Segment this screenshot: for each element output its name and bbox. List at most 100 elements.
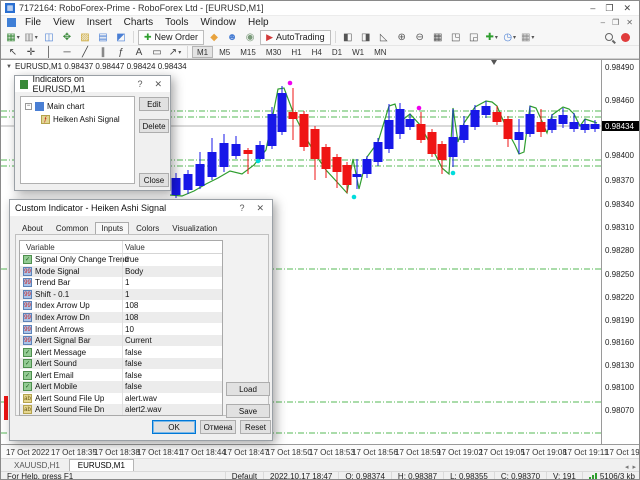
auto-scroll-button[interactable]: ✥ bbox=[59, 30, 75, 45]
input-row[interactable]: 99 Index Arrow Dn 108 bbox=[20, 311, 222, 324]
trendline-tool[interactable]: ╱ bbox=[77, 45, 93, 60]
menu-charts[interactable]: Charts bbox=[118, 17, 159, 28]
timeframe-h1[interactable]: H1 bbox=[287, 46, 305, 58]
tab-visualization[interactable]: Visualization bbox=[166, 221, 223, 235]
new-order-button[interactable]: ✚ New Order bbox=[138, 29, 205, 45]
input-row[interactable]: ab Alert Sound File Dn alert2.wav bbox=[20, 404, 222, 415]
close-icon[interactable]: ✕ bbox=[154, 79, 162, 90]
menu-window[interactable]: Window bbox=[194, 17, 242, 28]
custom-indicator-dialog-titlebar[interactable]: Custom Indicator - Heiken Ashi Signal ? … bbox=[10, 200, 272, 216]
price-axis[interactable]: 0.98490 0.98460 0.98400 0.98370 0.98340 0.983… bbox=[601, 59, 639, 445]
close-button[interactable]: ✕ bbox=[623, 3, 631, 14]
tree-item-main-chart[interactable]: − Main chart bbox=[25, 102, 84, 111]
help-button[interactable]: ? bbox=[239, 203, 244, 214]
toolbox-button[interactable]: ◲ bbox=[466, 30, 482, 45]
arrows-tool[interactable]: ↗ ▾ bbox=[167, 45, 183, 60]
input-value[interactable]: false bbox=[125, 371, 142, 380]
restore-button[interactable]: ❐ bbox=[605, 3, 613, 14]
cursor-tool[interactable]: ↖ bbox=[5, 45, 21, 60]
timeframe-m15[interactable]: M15 bbox=[236, 46, 260, 58]
input-row[interactable]: 99 Trend Bar 1 bbox=[20, 277, 222, 289]
zoom-out-button[interactable]: ⊖ bbox=[412, 30, 428, 45]
input-value[interactable]: 108 bbox=[125, 313, 138, 322]
timeframe-m1[interactable]: M1 bbox=[192, 46, 214, 58]
input-row[interactable]: 99 Index Arrow Up 108 bbox=[20, 300, 222, 312]
tree-expand-icon[interactable]: − bbox=[25, 103, 32, 110]
input-row[interactable]: ✓ Alert Message false bbox=[20, 346, 222, 358]
indicators-dialog-titlebar[interactable]: Indicators on EURUSD,M1 ? ✕ bbox=[15, 74, 170, 94]
reset-button[interactable]: Reset bbox=[240, 420, 271, 434]
chart-tab-eurusd-m1[interactable]: EURUSD,M1 bbox=[68, 459, 134, 471]
input-value[interactable]: 1 bbox=[125, 290, 129, 299]
notifications-icon[interactable] bbox=[621, 32, 630, 42]
channel-tool[interactable]: ∥ bbox=[95, 45, 111, 60]
web-trading-button[interactable]: ◉ bbox=[242, 30, 258, 45]
help-button[interactable]: ? bbox=[137, 79, 142, 90]
input-value[interactable]: Current bbox=[125, 336, 152, 345]
fibonacci-tool[interactable]: ƒ bbox=[113, 45, 129, 60]
input-value[interactable]: false bbox=[125, 348, 142, 357]
input-row[interactable]: 99 Alert Signal Bar Current bbox=[20, 334, 222, 347]
input-value[interactable]: true bbox=[125, 255, 139, 264]
cancel-button[interactable]: Отмена bbox=[200, 420, 236, 434]
input-value[interactable]: false bbox=[125, 359, 142, 368]
time-axis[interactable]: 17 Oct 2022 17 Oct 18:35 17 Oct 18:38 17 Oc… bbox=[1, 445, 639, 459]
tab-colors[interactable]: Colors bbox=[130, 221, 165, 235]
input-value[interactable]: 108 bbox=[125, 301, 138, 310]
menu-insert[interactable]: Insert bbox=[81, 17, 118, 28]
save-button[interactable]: Save bbox=[226, 404, 270, 418]
input-row[interactable]: 99 Mode Signal Body bbox=[20, 265, 222, 278]
tab-common[interactable]: Common bbox=[50, 221, 94, 235]
menu-view[interactable]: View bbox=[47, 17, 81, 28]
new-chart-button[interactable]: ▦ ▾ bbox=[5, 30, 21, 45]
text-tool[interactable]: A bbox=[131, 45, 147, 60]
tree-item-heiken-ashi-signal[interactable]: ƒ Heiken Ashi Signal bbox=[41, 115, 120, 124]
input-value[interactable]: alert.wav bbox=[125, 394, 157, 403]
timeframe-h4[interactable]: H4 bbox=[308, 46, 326, 58]
tab-scroll-right-icon[interactable]: ▸ bbox=[632, 463, 636, 471]
chart-tab-xauusd-h1[interactable]: XAUUSD,H1 bbox=[5, 459, 69, 471]
timeframe-m5[interactable]: M5 bbox=[215, 46, 234, 58]
close-icon[interactable]: ✕ bbox=[256, 203, 264, 214]
crosshair-tool[interactable]: ✛ bbox=[23, 45, 39, 60]
period-button[interactable]: ◷ ▾ bbox=[502, 30, 518, 45]
templates-button[interactable]: ▦ ▾ bbox=[520, 30, 536, 45]
menu-file[interactable]: File bbox=[19, 17, 47, 28]
delete-button[interactable]: Delete bbox=[139, 119, 169, 133]
menu-help[interactable]: Help bbox=[242, 17, 275, 28]
candle-chart-button[interactable]: ◨ bbox=[358, 30, 374, 45]
close-button[interactable]: Close bbox=[139, 173, 169, 187]
history-center-button[interactable]: ▨ bbox=[77, 30, 93, 45]
indicators-list[interactable]: − Main chart ƒ Heiken Ashi Signal bbox=[20, 96, 135, 184]
input-row[interactable]: ✓ Alert Mobile false bbox=[20, 381, 222, 393]
data-window-button[interactable]: ◩ bbox=[113, 30, 129, 45]
depth-of-market-button[interactable]: ◳ bbox=[448, 30, 464, 45]
horizontal-line-tool[interactable]: ─ bbox=[59, 45, 75, 60]
title-bar[interactable]: ▦ 7172164: RoboForex-Prime - RoboForex L… bbox=[1, 1, 639, 16]
input-value[interactable]: false bbox=[125, 382, 142, 391]
autotrading-button[interactable]: ▶ AutoTrading bbox=[260, 29, 331, 45]
tile-windows-button[interactable]: ▦ bbox=[430, 30, 446, 45]
edit-button[interactable]: Edit bbox=[139, 97, 169, 111]
minimize-button[interactable]: – bbox=[590, 3, 595, 14]
child-close-button[interactable]: ✕ bbox=[626, 18, 633, 27]
line-chart-button[interactable]: ◺ bbox=[376, 30, 392, 45]
input-value[interactable]: 1 bbox=[125, 278, 129, 287]
chevron-down-icon[interactable]: ▼ bbox=[6, 64, 12, 70]
label-tool[interactable]: ▭ bbox=[149, 45, 165, 60]
input-row[interactable]: 99 Indent Arrows 10 bbox=[20, 323, 222, 335]
input-value[interactable]: 10 bbox=[125, 325, 134, 334]
add-indicator-button[interactable]: ✚ ▾ bbox=[484, 30, 500, 45]
timeframe-w1[interactable]: W1 bbox=[348, 46, 368, 58]
account-button[interactable]: ☻ bbox=[224, 30, 240, 45]
input-row[interactable]: ab Alert Sound File Up alert.wav bbox=[20, 392, 222, 405]
chart-shift-button[interactable]: ◫ bbox=[41, 30, 57, 45]
inputs-table[interactable]: Variable Value ✓ Signal Only Change Trend… bbox=[19, 240, 223, 416]
child-restore-button[interactable]: ❐ bbox=[612, 18, 619, 27]
input-value[interactable]: Body bbox=[125, 267, 143, 276]
bar-chart-button[interactable]: ◧ bbox=[340, 30, 356, 45]
profiles-button[interactable]: ▥ ▾ bbox=[23, 30, 39, 45]
input-value[interactable]: alert2.wav bbox=[125, 405, 161, 414]
vertical-line-tool[interactable]: │ bbox=[41, 45, 57, 60]
input-row[interactable]: ✓ Signal Only Change Trend true bbox=[20, 254, 222, 266]
